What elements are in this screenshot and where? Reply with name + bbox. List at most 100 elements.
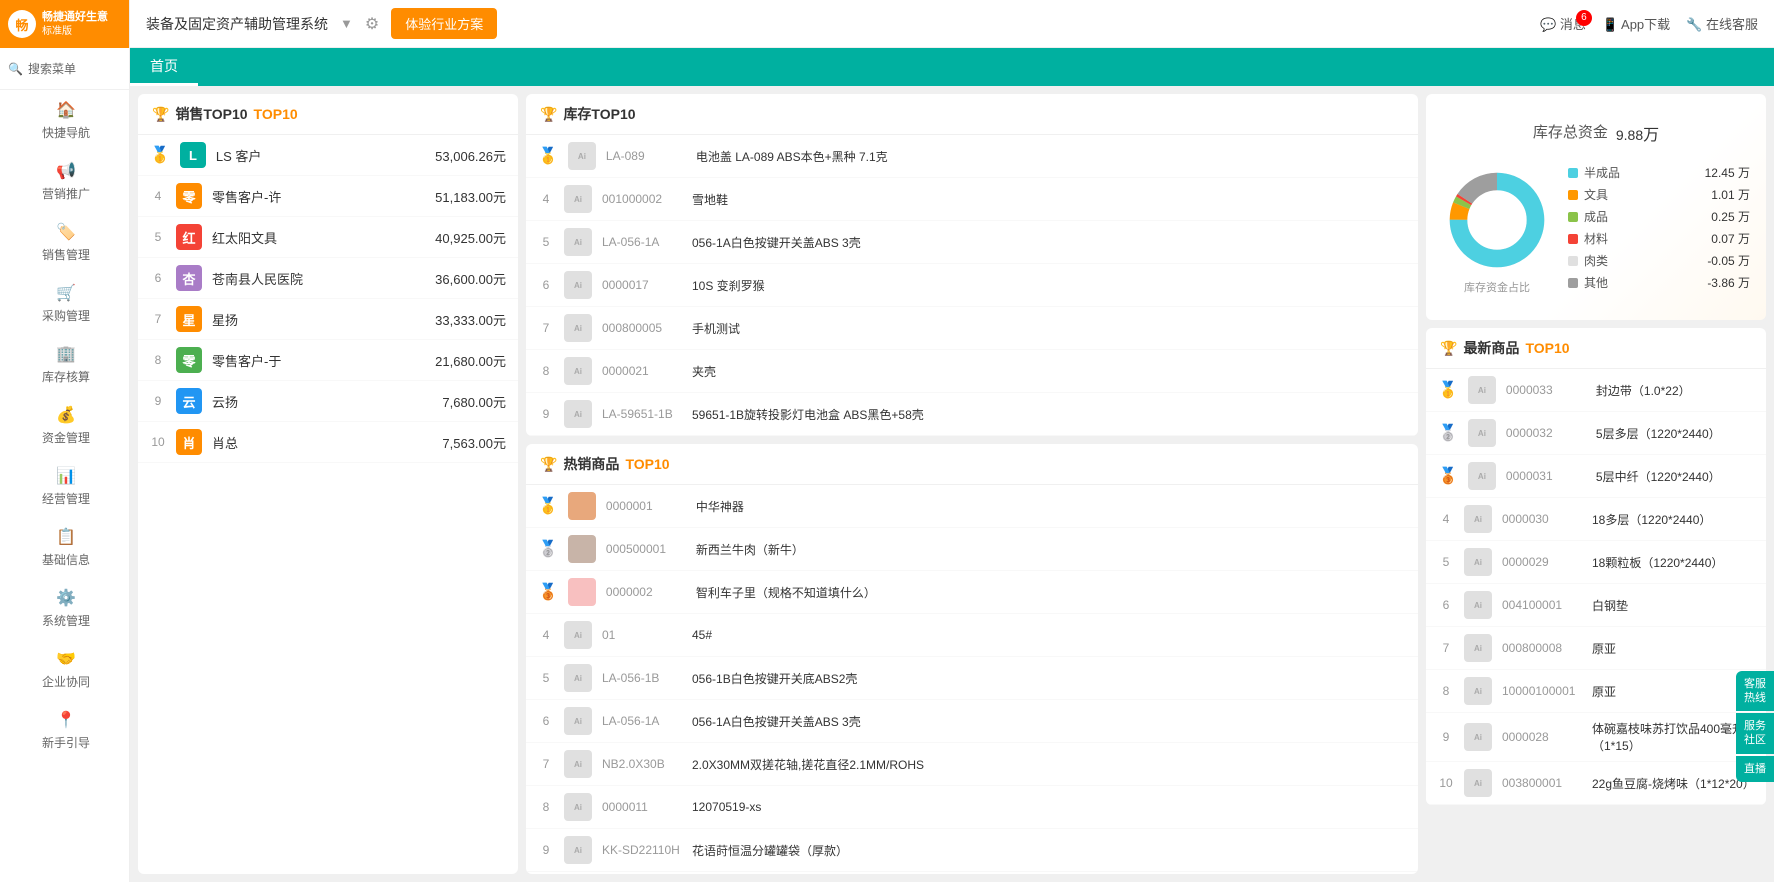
float-service-live[interactable]: 直播: [1736, 756, 1774, 782]
list-item: 10 肖 肖总 7,563.00元: [138, 422, 518, 463]
customer-name: 零售客户-于: [212, 351, 425, 370]
newest-products-title: 最新商品: [1463, 338, 1519, 358]
sidebar-item-enterprise[interactable]: 🤝 企业协同: [0, 639, 129, 700]
message-count: 6: [1576, 10, 1592, 26]
search-menu-btn[interactable]: 🔍 搜索菜单: [8, 56, 121, 81]
trophy-icon: 🏆: [1440, 340, 1457, 357]
product-name: 夹壳: [692, 363, 1406, 380]
basic-info-icon: 📋: [56, 527, 76, 547]
product-name: 5层中纤（1220*2440）: [1596, 468, 1754, 485]
sidebar-item-sales[interactable]: 🏷️ 销售管理: [0, 212, 129, 273]
product-code: LA-056-1A: [602, 714, 682, 728]
legend-name: 成品: [1584, 208, 1608, 225]
newest-product-item: 🥇 Ai 0000033 封边带（1.0*22）: [1426, 369, 1766, 412]
customer-top10-title: 销售TOP10: [175, 104, 247, 124]
content-area: 🏆 销售TOP10 TOP10 🥇 L LS 客户 53,006.26元 4 零: [130, 86, 1774, 882]
product-name: 手机测试: [692, 320, 1406, 337]
product-thumb: Ai: [564, 707, 592, 735]
tab-home[interactable]: 首页: [130, 48, 198, 86]
sidebar-item-basic-info[interactable]: 📋 基础信息: [0, 517, 129, 578]
customer-value: 40,925.00元: [435, 228, 506, 247]
product-item: 🥉 0000002 智利车子里（规格不知道填什么）: [526, 571, 1418, 614]
rank-num: 10: [150, 435, 166, 449]
sidebar-search[interactable]: 🔍 搜索菜单: [0, 48, 129, 90]
hot-products-header: 🏆 热销商品 TOP10: [526, 444, 1418, 485]
product-thumb: Ai: [1468, 419, 1496, 447]
trophy-icon: 🏆: [540, 456, 557, 473]
trial-button[interactable]: 体验行业方案: [391, 8, 497, 39]
left-panel: 🏆 销售TOP10 TOP10 🥇 L LS 客户 53,006.26元 4 零: [138, 94, 518, 874]
legend-value: -0.05 万: [1707, 252, 1750, 269]
product-code: 003800001: [1502, 776, 1582, 790]
online-service[interactable]: 🔧 在线客服: [1686, 14, 1758, 33]
product-thumb: Ai: [1464, 591, 1492, 619]
inventory-top10-header: 🏆 库存TOP10: [526, 94, 1418, 135]
newest-product-item: 🥉 Ai 0000031 5层中纤（1220*2440）: [1426, 455, 1766, 498]
rank-num: 6: [1438, 598, 1454, 612]
medal-icon: 🥇: [150, 145, 170, 165]
nav-tabs: 首页: [130, 48, 1774, 86]
sales-icon: 🏷️: [56, 222, 76, 242]
rank-num: 5: [1438, 555, 1454, 569]
customer-value: 33,333.00元: [435, 310, 506, 329]
sidebar-item-system[interactable]: ⚙️ 系统管理: [0, 578, 129, 639]
product-thumb: Ai: [564, 400, 592, 428]
sidebar-item-quick-nav[interactable]: 🏠 快捷导航: [0, 90, 129, 151]
newest-product-item: 5 Ai 0000029 18颗粒板（1220*2440）: [1426, 541, 1766, 584]
product-name: 中华神器: [696, 498, 1406, 515]
legend-value: -3.86 万: [1707, 274, 1750, 291]
customer-value: 21,680.00元: [435, 351, 506, 370]
product-thumb: Ai: [1464, 548, 1492, 576]
rank-num: 5: [538, 671, 554, 685]
product-thumb: Ai: [568, 142, 596, 170]
product-code: 0000001: [606, 499, 686, 513]
product-name: 5层多层（1220*2440）: [1596, 425, 1754, 442]
sidebar-item-guide[interactable]: 📍 新手引导: [0, 700, 129, 761]
customer-name: LS 客户: [216, 146, 425, 165]
product-name: 12070519-xs: [692, 800, 1406, 814]
product-name: 智利车子里（规格不知道填什么）: [696, 584, 1406, 601]
product-code: 004100001: [1502, 598, 1582, 612]
search-icon: 🔍: [8, 62, 23, 76]
product-code: 10000100001: [1502, 684, 1582, 698]
avatar: 杏: [176, 265, 202, 291]
product-code: LA-056-1B: [602, 671, 682, 685]
customer-name: 零售客户-许: [212, 187, 425, 206]
app-download[interactable]: 📱 App下载: [1602, 14, 1670, 33]
product-item: 7 Ai NB2.0X30B 2.0X30MM双搓花轴,搓花直径2.1MM/RO…: [526, 743, 1418, 786]
product-thumb: Ai: [1468, 376, 1496, 404]
message-icon: 💬: [1540, 17, 1556, 32]
legend-dot: [1568, 168, 1578, 178]
product-thumb: Ai: [564, 621, 592, 649]
gear-icon[interactable]: ⚙: [365, 14, 379, 34]
dropdown-arrow[interactable]: ▼: [340, 16, 353, 31]
sidebar-item-marketing[interactable]: 📢 营销推广: [0, 151, 129, 212]
avatar: 云: [176, 388, 202, 414]
product-name: 056-1A白色按键开关盖ABS 3壳: [692, 234, 1406, 251]
message-badge[interactable]: 💬 消息 6: [1540, 14, 1586, 33]
rank-num: 9: [150, 394, 166, 408]
legend-name: 文具: [1584, 186, 1608, 203]
finance-icon: 💰: [56, 405, 76, 425]
float-service-community[interactable]: 服务社区: [1736, 713, 1774, 754]
float-service-hotline[interactable]: 客服热线: [1736, 671, 1774, 712]
avatar: 零: [176, 347, 202, 373]
sidebar-item-inventory[interactable]: 🏢 库存核算: [0, 334, 129, 395]
rank-num: 6: [538, 714, 554, 728]
mobile-icon: 📱: [1602, 17, 1618, 32]
product-thumb: Ai: [1464, 723, 1492, 751]
product-code: 01: [602, 628, 682, 642]
sidebar-item-purchase[interactable]: 🛒 采购管理: [0, 273, 129, 334]
sidebar-item-finance[interactable]: 💰 资金管理: [0, 395, 129, 456]
main-area: 装备及固定资产辅助管理系统 ▼ ⚙ 体验行业方案 💬 消息 6 📱 App下载 …: [130, 0, 1774, 882]
list-item: 5 红 红太阳文具 40,925.00元: [138, 217, 518, 258]
product-name: 雪地鞋: [692, 191, 1406, 208]
sidebar-item-operations[interactable]: 📊 经营管理: [0, 456, 129, 517]
product-item: 🥇 Ai LA-089 电池盖 LA-089 ABS本色+黑种 7.1克: [526, 135, 1418, 178]
customer-value: 36,600.00元: [435, 269, 506, 288]
avatar: 红: [176, 224, 202, 250]
product-thumb: Ai: [564, 271, 592, 299]
avatar: L: [180, 142, 206, 168]
hot-products-list: 🥇 0000001 中华神器 🥈 000500001 新西兰牛肉（新牛） 🥉: [526, 485, 1418, 874]
product-thumb: Ai: [564, 836, 592, 864]
